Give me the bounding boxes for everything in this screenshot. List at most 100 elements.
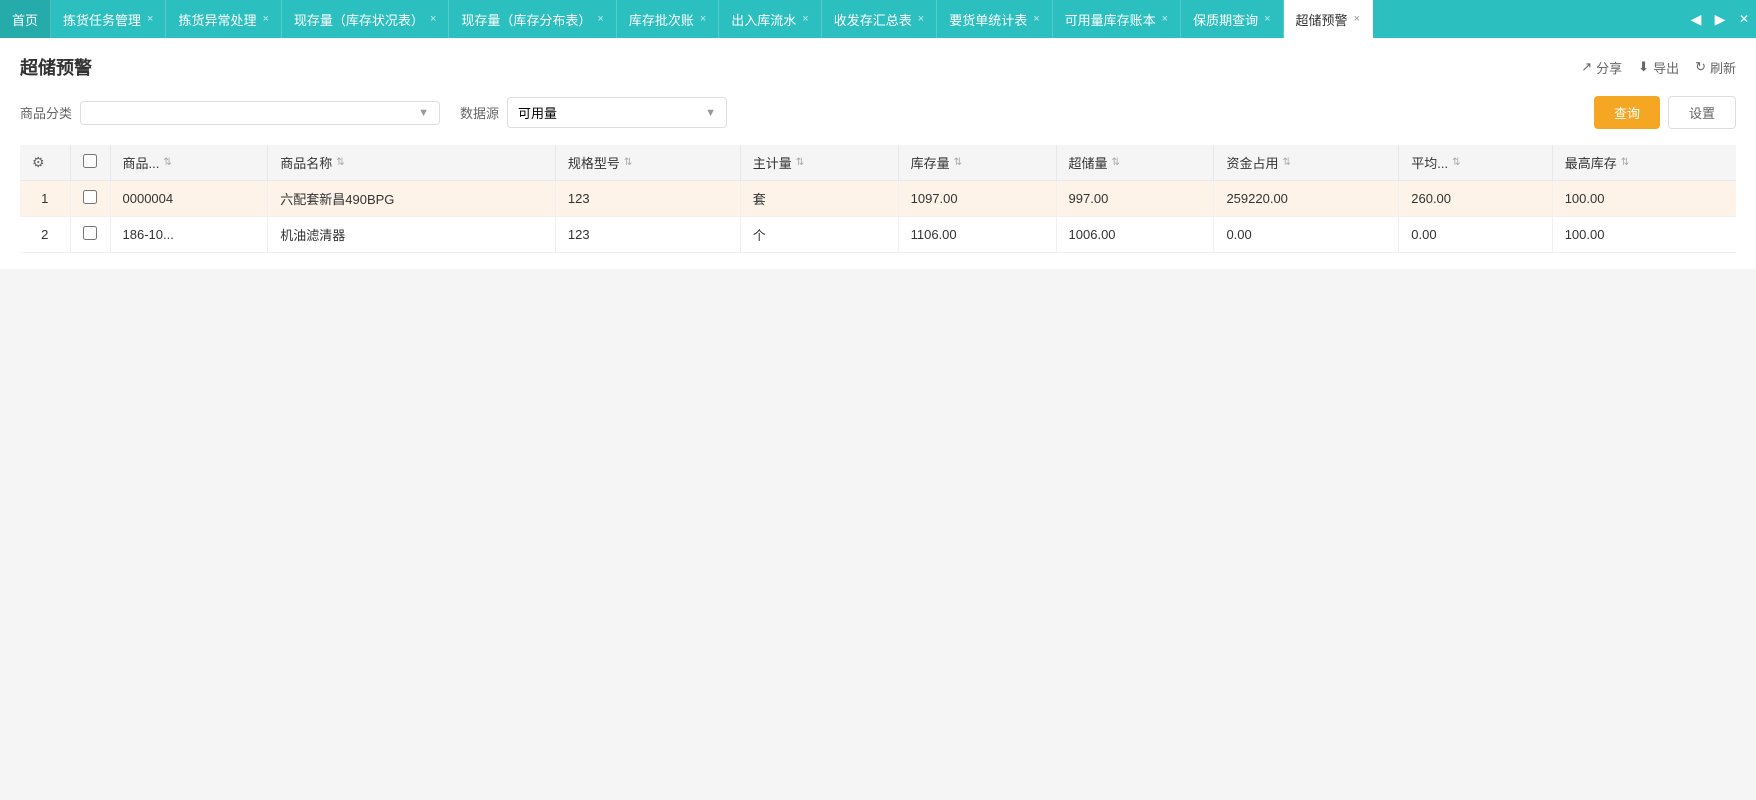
col-item-code-header: 商品... ⇅ — [110, 145, 268, 181]
close-tab-stock-dist-icon[interactable]: × — [597, 13, 603, 25]
row-spec: 123 — [555, 181, 740, 217]
nav-prev-button[interactable]: ◀ — [1684, 0, 1708, 38]
export-button[interactable]: ⬇ 导出 — [1638, 58, 1679, 77]
filter-area: 商品分类 ▼ 数据源 可用量 ▼ 查询 设置 — [20, 96, 1736, 129]
close-tab-task-mgmt-icon[interactable]: × — [147, 13, 153, 25]
row-spec: 123 — [555, 217, 740, 253]
row-item-code: 0000004 — [110, 181, 268, 217]
col-max-stock-header: 最高库存 ⇅ — [1552, 145, 1736, 181]
settings-button[interactable]: 设置 — [1668, 96, 1736, 129]
sort-capital-icon[interactable]: ⇅ — [1282, 157, 1290, 168]
row-item-name: 六配套新昌490BPG — [268, 181, 556, 217]
nav-tab-stock-dist[interactable]: 现存量（库存分布表）× — [449, 0, 616, 38]
nav-tab-available[interactable]: 可用量库存账本× — [1053, 0, 1181, 38]
select-all-checkbox[interactable] — [83, 154, 97, 168]
refresh-icon: ↻ — [1695, 59, 1706, 75]
close-tab-abnormal-icon[interactable]: × — [262, 13, 268, 25]
row-checkbox-1[interactable] — [83, 226, 97, 240]
close-tab-order-stat-icon[interactable]: × — [1033, 13, 1039, 25]
sort-max-stock-icon[interactable]: ⇅ — [1621, 157, 1629, 168]
page-content: 超储预警 ↗ 分享 ⬇ 导出 ↻ 刷新 商品分类 ▼ 数据源 — [0, 38, 1756, 269]
row-capital: 0.00 — [1214, 217, 1399, 253]
category-label: 商品分类 — [20, 103, 72, 122]
close-tab-collection-icon[interactable]: × — [918, 13, 924, 25]
row-max-stock: 100.00 — [1552, 181, 1736, 217]
col-avg-header: 平均... ⇅ — [1399, 145, 1552, 181]
row-max-stock: 100.00 — [1552, 217, 1736, 253]
col-spec-header: 规格型号 ⇅ — [555, 145, 740, 181]
category-select[interactable]: ▼ — [80, 101, 440, 125]
nav-tab-home[interactable]: 首页 — [0, 0, 51, 38]
close-tab-batch-icon[interactable]: × — [700, 13, 706, 25]
close-tab-inout-icon[interactable]: × — [802, 13, 808, 25]
filter-action-buttons: 查询 设置 — [1594, 96, 1736, 129]
row-number: 2 — [20, 217, 70, 253]
page-header: 超储预警 ↗ 分享 ⬇ 导出 ↻ 刷新 — [20, 54, 1736, 80]
sort-overstock-icon[interactable]: ⇅ — [1112, 157, 1120, 168]
close-tab-stock-status-icon[interactable]: × — [430, 13, 436, 25]
row-number: 1 — [20, 181, 70, 217]
export-icon: ⬇ — [1638, 59, 1649, 75]
nav-close-all-button[interactable]: ✕ — [1732, 0, 1756, 38]
close-tab-available-icon[interactable]: × — [1162, 13, 1168, 25]
table-header-row: ⚙ 商品... ⇅ 商品名称 ⇅ — [20, 145, 1736, 181]
nav-next-button[interactable]: ▶ — [1708, 0, 1732, 38]
close-tab-expiry-icon[interactable]: × — [1264, 13, 1270, 25]
gear-settings-icon[interactable]: ⚙ — [32, 154, 45, 170]
datasource-select[interactable]: 可用量 ▼ — [507, 97, 727, 128]
row-checkbox-cell — [70, 217, 110, 253]
table-row: 2 186-10... 机油滤清器 123 个 1106.00 1006.00 … — [20, 217, 1736, 253]
sort-stock-icon[interactable]: ⇅ — [954, 157, 962, 168]
datasource-value: 可用量 — [518, 103, 557, 122]
nav-tab-inout[interactable]: 出入库流水× — [719, 0, 821, 38]
query-button[interactable]: 查询 — [1594, 96, 1660, 129]
row-item-name: 机油滤清器 — [268, 217, 556, 253]
row-avg: 260.00 — [1399, 181, 1552, 217]
col-overstock-header: 超储量 ⇅ — [1056, 145, 1214, 181]
nav-tab-stock-status[interactable]: 现存量（库存状况表）× — [282, 0, 449, 38]
col-item-name-header: 商品名称 ⇅ — [268, 145, 556, 181]
datasource-label: 数据源 — [460, 103, 499, 122]
table-row: 1 0000004 六配套新昌490BPG 123 套 1097.00 997.… — [20, 181, 1736, 217]
nav-tab-abnormal[interactable]: 拣货异常处理× — [166, 0, 281, 38]
datasource-filter: 数据源 可用量 ▼ — [460, 97, 727, 128]
col-gear-header: ⚙ — [20, 145, 70, 181]
header-actions: ↗ 分享 ⬇ 导出 ↻ 刷新 — [1581, 58, 1736, 77]
refresh-button[interactable]: ↻ 刷新 — [1695, 58, 1736, 77]
row-overstock: 997.00 — [1056, 181, 1214, 217]
row-overstock: 1006.00 — [1056, 217, 1214, 253]
nav-tab-task-mgmt[interactable]: 拣货任务管理× — [51, 0, 166, 38]
close-tab-overstock-icon[interactable]: × — [1354, 13, 1360, 25]
sort-unit-icon[interactable]: ⇅ — [796, 157, 804, 168]
nav-tab-order-stat[interactable]: 要货单统计表× — [937, 0, 1052, 38]
col-stock-header: 库存量 ⇅ — [898, 145, 1056, 181]
data-table: ⚙ 商品... ⇅ 商品名称 ⇅ — [20, 145, 1736, 253]
row-avg: 0.00 — [1399, 217, 1552, 253]
category-filter: 商品分类 ▼ — [20, 101, 440, 125]
row-checkbox-0[interactable] — [83, 190, 97, 204]
share-button[interactable]: ↗ 分享 — [1581, 58, 1622, 77]
datasource-dropdown-arrow: ▼ — [705, 107, 716, 119]
col-capital-header: 资金占用 ⇅ — [1214, 145, 1399, 181]
sort-item-code-icon[interactable]: ⇅ — [163, 157, 171, 168]
share-icon: ↗ — [1581, 59, 1592, 75]
row-stock: 1106.00 — [898, 217, 1056, 253]
row-item-code: 186-10... — [110, 217, 268, 253]
row-stock: 1097.00 — [898, 181, 1056, 217]
nav-tab-overstock[interactable]: 超储预警× — [1284, 0, 1373, 38]
row-unit: 套 — [740, 181, 898, 217]
row-capital: 259220.00 — [1214, 181, 1399, 217]
nav-tab-collection[interactable]: 收发存汇总表× — [822, 0, 937, 38]
col-unit-header: 主计量 ⇅ — [740, 145, 898, 181]
sort-avg-icon[interactable]: ⇅ — [1452, 157, 1460, 168]
col-checkbox-header — [70, 145, 110, 181]
page-title: 超储预警 — [20, 54, 92, 80]
nav-tab-batch[interactable]: 库存批次账× — [617, 0, 719, 38]
row-checkbox-cell — [70, 181, 110, 217]
nav-tab-expiry[interactable]: 保质期查询× — [1181, 0, 1283, 38]
category-dropdown-arrow: ▼ — [418, 107, 429, 119]
sort-spec-icon[interactable]: ⇅ — [624, 157, 632, 168]
row-unit: 个 — [740, 217, 898, 253]
top-navigation: 首页拣货任务管理×拣货异常处理×现存量（库存状况表）×现存量（库存分布表）×库存… — [0, 0, 1756, 38]
sort-item-name-icon[interactable]: ⇅ — [336, 157, 344, 168]
